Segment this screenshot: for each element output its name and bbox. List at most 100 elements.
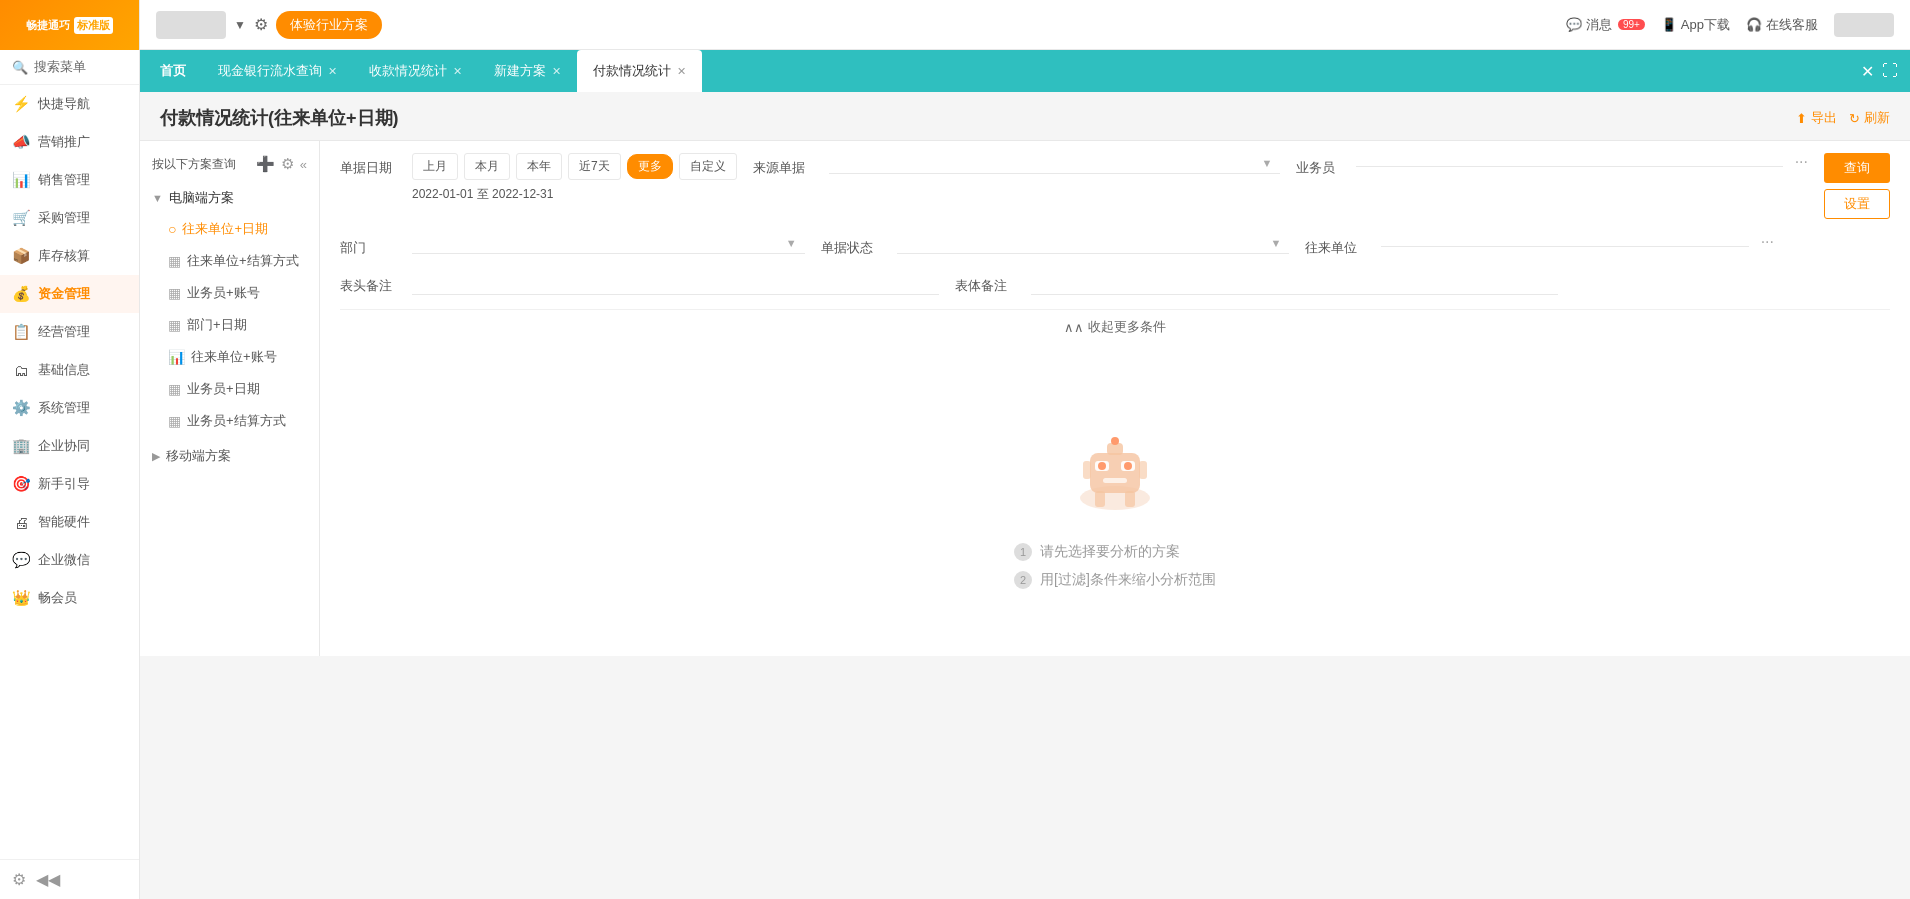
last-7days-btn[interactable]: 近7天 xyxy=(568,153,621,180)
add-scheme-icon[interactable]: ➕ xyxy=(256,155,275,173)
table-body-note-label: 表体备注 xyxy=(955,271,1015,295)
more-btn[interactable]: 更多 xyxy=(627,154,673,179)
user-avatar[interactable] xyxy=(1834,13,1894,37)
trial-button[interactable]: 体验行业方案 xyxy=(276,11,382,39)
tab-close-receipt-stats[interactable]: ✕ xyxy=(453,65,462,78)
filter-row-dept: 部门 ▼ 单据状态 ▼ 往来单位 xyxy=(340,233,1890,257)
last-month-btn[interactable]: 上月 xyxy=(412,153,458,180)
collapse-button[interactable]: ∧∧ 收起更多条件 xyxy=(340,309,1890,344)
settings-button[interactable]: 设置 xyxy=(1824,189,1890,219)
counterpart-input[interactable] xyxy=(1381,238,1748,247)
collapse-scheme-icon[interactable]: « xyxy=(300,157,307,172)
refresh-button[interactable]: ↻ 刷新 xyxy=(1849,109,1890,127)
empty-robot-icon xyxy=(1065,423,1165,523)
scheme-header: 按以下方案查询 ➕ ⚙ « xyxy=(140,149,319,179)
main-body: 按以下方案查询 ➕ ⚙ « ▼ 电脑端方案 ○往来单位+日期▦往来单位+结算方式… xyxy=(140,140,1910,656)
settings-scheme-icon[interactable]: ⚙ xyxy=(281,155,294,173)
tab-close-payment-stats[interactable]: ✕ xyxy=(677,65,686,78)
system-icon: ⚙️ xyxy=(12,399,30,417)
scheme-item-4[interactable]: 📊往来单位+账号 xyxy=(140,341,319,373)
sidebar-search[interactable]: 🔍 搜索菜单 xyxy=(0,50,139,85)
tab-label-new-scheme: 新建方案 xyxy=(494,62,546,80)
app-download-item[interactable]: 📱 App下载 xyxy=(1661,16,1730,34)
notification-icon: 💬 xyxy=(1566,17,1582,32)
purchase-label: 采购管理 xyxy=(38,209,90,227)
sidebar-item-capital[interactable]: 💰资金管理 xyxy=(0,275,139,313)
sidebar-item-inventory[interactable]: 📦库存核算 xyxy=(0,237,139,275)
collapse-icon: ∧∧ xyxy=(1064,320,1084,335)
group-pc-label: 电脑端方案 xyxy=(169,189,234,207)
topbar-dropdown-icon[interactable]: ▼ xyxy=(234,18,246,32)
table-body-note-input[interactable] xyxy=(1031,271,1558,295)
scheme-item-2[interactable]: ▦业务员+账号 xyxy=(140,277,319,309)
tab-home[interactable]: 首页 xyxy=(144,50,202,92)
date-buttons: 上月 本月 本年 近7天 更多 自定义 xyxy=(412,153,737,180)
scheme-item-3[interactable]: ▦部门+日期 xyxy=(140,309,319,341)
sidebar-item-guide[interactable]: 🎯新手引导 xyxy=(0,465,139,503)
topbar-gear-icon[interactable]: ⚙ xyxy=(254,15,268,34)
page-header-actions: ⬆ 导出 ↻ 刷新 xyxy=(1796,109,1890,127)
basic-icon: 🗂 xyxy=(12,361,30,379)
sidebar-item-system[interactable]: ⚙️系统管理 xyxy=(0,389,139,427)
sidebar-item-marketing[interactable]: 📣营销推广 xyxy=(0,123,139,161)
tab-close-bank-flow[interactable]: ✕ xyxy=(328,65,337,78)
settings-bottom-icon[interactable]: ⚙ xyxy=(12,870,26,889)
salesman-input[interactable] xyxy=(1356,158,1782,167)
tab-receipt-stats[interactable]: 收款情况统计✕ xyxy=(353,50,478,92)
collapse-sidebar-icon[interactable]: ◀◀ xyxy=(36,870,60,889)
counterpart-more-icon[interactable]: ··· xyxy=(1761,233,1774,251)
sidebar-item-purchase[interactable]: 🛒采购管理 xyxy=(0,199,139,237)
tab-payment-stats[interactable]: 付款情况统计✕ xyxy=(577,50,702,92)
salesman-more-icon[interactable]: ··· xyxy=(1795,153,1808,171)
sidebar-item-wechat[interactable]: 💬企业微信 xyxy=(0,541,139,579)
scheme-group-mobile[interactable]: ▶ 移动端方案 xyxy=(140,441,319,471)
basic-label: 基础信息 xyxy=(38,361,90,379)
tabs-bar: 首页现金银行流水查询✕收款情况统计✕新建方案✕付款情况统计✕ ✕ ⛶ xyxy=(140,50,1910,92)
close-all-tabs-icon[interactable]: ✕ xyxy=(1861,62,1874,81)
sidebar-item-sales[interactable]: 📊销售管理 xyxy=(0,161,139,199)
query-button[interactable]: 查询 xyxy=(1824,153,1890,183)
scheme-item-1[interactable]: ▦往来单位+结算方式 xyxy=(140,245,319,277)
topbar: ▼ ⚙ 体验行业方案 💬 消息 99+ 📱 App下载 🎧 在线客服 xyxy=(140,0,1910,50)
empty-tip-2: 2 用[过滤]条件来缩小分析范围 xyxy=(1014,571,1216,589)
scheme-group-pc-title[interactable]: ▼ 电脑端方案 xyxy=(140,183,319,213)
topbar-avatar xyxy=(156,11,226,39)
action-buttons: 查询 设置 xyxy=(1824,153,1890,219)
this-year-btn[interactable]: 本年 xyxy=(516,153,562,180)
scheme-item-5[interactable]: ▦业务员+日期 xyxy=(140,373,319,405)
sidebar-item-quick-nav[interactable]: ⚡快捷导航 xyxy=(0,85,139,123)
sidebar: 畅捷通巧 标准版 🔍 搜索菜单 ⚡快捷导航📣营销推广📊销售管理🛒采购管理📦库存核… xyxy=(0,0,140,899)
source-voucher-dropdown[interactable]: ▼ xyxy=(829,153,1281,174)
dept-col: ▼ xyxy=(412,233,805,254)
svg-point-8 xyxy=(1111,437,1119,445)
sidebar-item-hardware[interactable]: 🖨智能硬件 xyxy=(0,503,139,541)
svg-rect-6 xyxy=(1103,478,1127,483)
sidebar-item-enterprise[interactable]: 🏢企业协同 xyxy=(0,427,139,465)
voucher-status-dropdown[interactable]: ▼ xyxy=(897,233,1290,254)
sidebar-item-business[interactable]: 📋经营管理 xyxy=(0,313,139,351)
source-voucher-arrow: ▼ xyxy=(1261,157,1272,169)
expand-tabs-icon[interactable]: ⛶ xyxy=(1882,62,1898,80)
table-header-note-input[interactable] xyxy=(412,271,939,295)
scheme-item-6[interactable]: ▦业务员+结算方式 xyxy=(140,405,319,437)
scheme-item-label-3: 部门+日期 xyxy=(187,316,247,334)
capital-icon: 💰 xyxy=(12,285,30,303)
dept-label: 部门 xyxy=(340,233,396,257)
this-month-btn[interactable]: 本月 xyxy=(464,153,510,180)
export-button[interactable]: ⬆ 导出 xyxy=(1796,109,1837,127)
empty-tips: 1 请先选择要分析的方案 2 用[过滤]条件来缩小分析范围 xyxy=(1014,543,1216,589)
search-label: 搜索菜单 xyxy=(34,58,86,76)
dept-dropdown[interactable]: ▼ xyxy=(412,233,805,254)
sidebar-item-basic[interactable]: 🗂 基础信息 xyxy=(0,351,139,389)
sidebar-item-member[interactable]: 👑畅会员 xyxy=(0,579,139,617)
tab-new-scheme[interactable]: 新建方案 ✕ xyxy=(478,50,577,92)
sidebar-bottom: ⚙ ◀◀ xyxy=(0,859,139,899)
wechat-label: 企业微信 xyxy=(38,551,90,569)
tab-bank-flow[interactable]: 现金银行流水查询✕ xyxy=(202,50,353,92)
notification-item[interactable]: 💬 消息 99+ xyxy=(1566,16,1645,34)
custom-btn[interactable]: 自定义 xyxy=(679,153,737,180)
member-label: 畅会员 xyxy=(38,589,77,607)
tab-close-new-scheme[interactable]: ✕ xyxy=(552,65,561,78)
scheme-item-0[interactable]: ○往来单位+日期 xyxy=(140,213,319,245)
online-service-item[interactable]: 🎧 在线客服 xyxy=(1746,16,1818,34)
